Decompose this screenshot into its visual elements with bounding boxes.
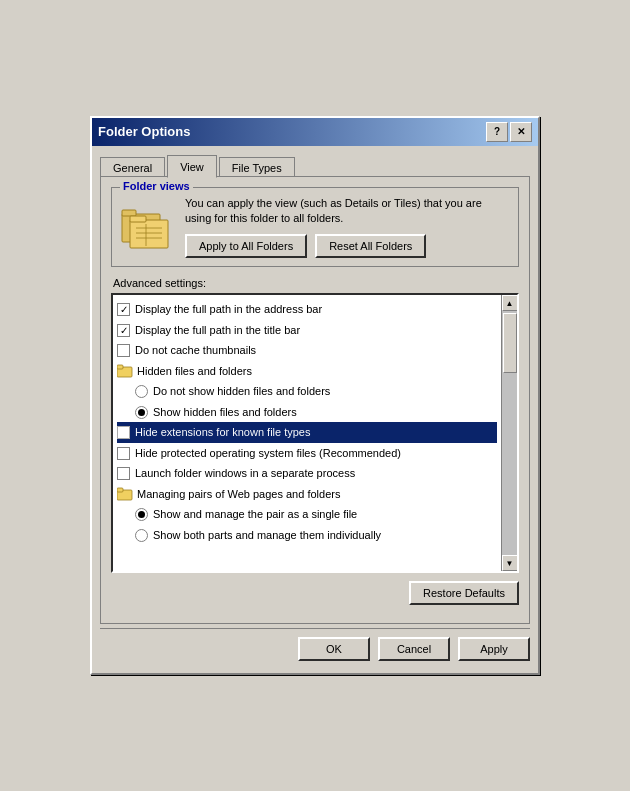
bottom-area: Restore Defaults bbox=[111, 581, 519, 605]
checkbox[interactable] bbox=[117, 344, 130, 357]
setting-label: Managing pairs of Web pages and folders bbox=[137, 486, 340, 503]
window-body: General View File Types Folder views bbox=[92, 146, 538, 674]
help-button[interactable]: ? bbox=[486, 122, 508, 142]
scroll-track bbox=[502, 311, 517, 555]
setting-label: Show both parts and manage them individu… bbox=[153, 527, 381, 544]
reset-all-folders-button[interactable]: Reset All Folders bbox=[315, 234, 426, 258]
svg-rect-2 bbox=[130, 220, 168, 248]
setting-label: Show hidden files and folders bbox=[153, 404, 297, 421]
tab-general[interactable]: General bbox=[100, 157, 165, 178]
checkbox[interactable] bbox=[117, 467, 130, 480]
setting-label: Hide extensions for known file types bbox=[135, 424, 310, 441]
restore-defaults-row: Restore Defaults bbox=[111, 581, 519, 605]
folder-small-icon bbox=[117, 487, 133, 501]
advanced-settings-label: Advanced settings: bbox=[113, 277, 519, 289]
setting-label: Do not cache thumbnails bbox=[135, 342, 256, 359]
checkbox[interactable] bbox=[117, 426, 130, 439]
scrollbar: ▲ ▼ bbox=[501, 295, 517, 571]
svg-rect-3 bbox=[130, 216, 146, 222]
list-item[interactable]: Display the full path in the title bar bbox=[117, 320, 497, 341]
radio[interactable] bbox=[135, 508, 148, 521]
list-item[interactable]: Show both parts and manage them individu… bbox=[117, 525, 497, 546]
list-item[interactable]: Hide protected operating system files (R… bbox=[117, 443, 497, 464]
folder-views-description: You can apply the view (such as Details … bbox=[185, 196, 510, 227]
list-item[interactable]: Do not show hidden files and folders bbox=[117, 381, 497, 402]
radio[interactable] bbox=[135, 406, 148, 419]
folder-options-dialog: Folder Options ? ✕ General View File Typ… bbox=[90, 116, 540, 676]
title-bar: Folder Options ? ✕ bbox=[92, 118, 538, 146]
apply-button[interactable]: Apply bbox=[458, 637, 530, 661]
list-item[interactable]: Do not cache thumbnails bbox=[117, 340, 497, 361]
radio[interactable] bbox=[135, 529, 148, 542]
list-item: Hidden files and folders bbox=[117, 361, 497, 382]
title-bar-buttons: ? ✕ bbox=[486, 122, 532, 142]
svg-rect-9 bbox=[117, 365, 123, 369]
folder-views-buttons: Apply to All Folders Reset All Folders bbox=[185, 234, 510, 258]
setting-label: Display the full path in the title bar bbox=[135, 322, 300, 339]
svg-rect-11 bbox=[117, 488, 123, 492]
setting-label: Show and manage the pair as a single fil… bbox=[153, 506, 357, 523]
list-item[interactable]: Show and manage the pair as a single fil… bbox=[117, 504, 497, 525]
scroll-thumb[interactable] bbox=[503, 313, 517, 373]
tab-view[interactable]: View bbox=[167, 155, 217, 178]
settings-list-container: Display the full path in the address bar… bbox=[111, 293, 519, 573]
setting-label: Hide protected operating system files (R… bbox=[135, 445, 401, 462]
folder-views-content: You can apply the view (such as Details … bbox=[120, 196, 510, 259]
radio[interactable] bbox=[135, 385, 148, 398]
list-item[interactable]: Display the full path in the address bar bbox=[117, 299, 497, 320]
setting-label: Hidden files and folders bbox=[137, 363, 252, 380]
window-title: Folder Options bbox=[98, 124, 190, 139]
settings-list: Display the full path in the address bar… bbox=[113, 295, 501, 571]
cancel-button[interactable]: Cancel bbox=[378, 637, 450, 661]
setting-label: Display the full path in the address bar bbox=[135, 301, 322, 318]
folder-views-section: Folder views bbox=[111, 187, 519, 268]
folder-small-icon bbox=[117, 364, 133, 378]
list-item[interactable]: Launch folder windows in a separate proc… bbox=[117, 463, 497, 484]
dialog-buttons: OK Cancel Apply bbox=[100, 628, 530, 665]
checkbox[interactable] bbox=[117, 324, 130, 337]
folder-icon bbox=[120, 202, 175, 252]
restore-defaults-button[interactable]: Restore Defaults bbox=[409, 581, 519, 605]
tab-bar: General View File Types bbox=[100, 154, 530, 177]
list-item: Managing pairs of Web pages and folders bbox=[117, 484, 497, 505]
list-item[interactable]: Hide extensions for known file types bbox=[117, 422, 497, 443]
list-item[interactable]: Show hidden files and folders bbox=[117, 402, 497, 423]
tab-content-view: Folder views bbox=[100, 176, 530, 625]
scroll-up-button[interactable]: ▲ bbox=[502, 295, 518, 311]
checkbox[interactable] bbox=[117, 447, 130, 460]
apply-to-all-folders-button[interactable]: Apply to All Folders bbox=[185, 234, 307, 258]
setting-label: Do not show hidden files and folders bbox=[153, 383, 330, 400]
scroll-down-button[interactable]: ▼ bbox=[502, 555, 518, 571]
close-button[interactable]: ✕ bbox=[510, 122, 532, 142]
folder-views-right: You can apply the view (such as Details … bbox=[185, 196, 510, 259]
checkbox[interactable] bbox=[117, 303, 130, 316]
svg-rect-1 bbox=[122, 210, 136, 216]
folder-views-label: Folder views bbox=[120, 180, 193, 192]
tab-file-types[interactable]: File Types bbox=[219, 157, 295, 178]
setting-label: Launch folder windows in a separate proc… bbox=[135, 465, 355, 482]
ok-button[interactable]: OK bbox=[298, 637, 370, 661]
